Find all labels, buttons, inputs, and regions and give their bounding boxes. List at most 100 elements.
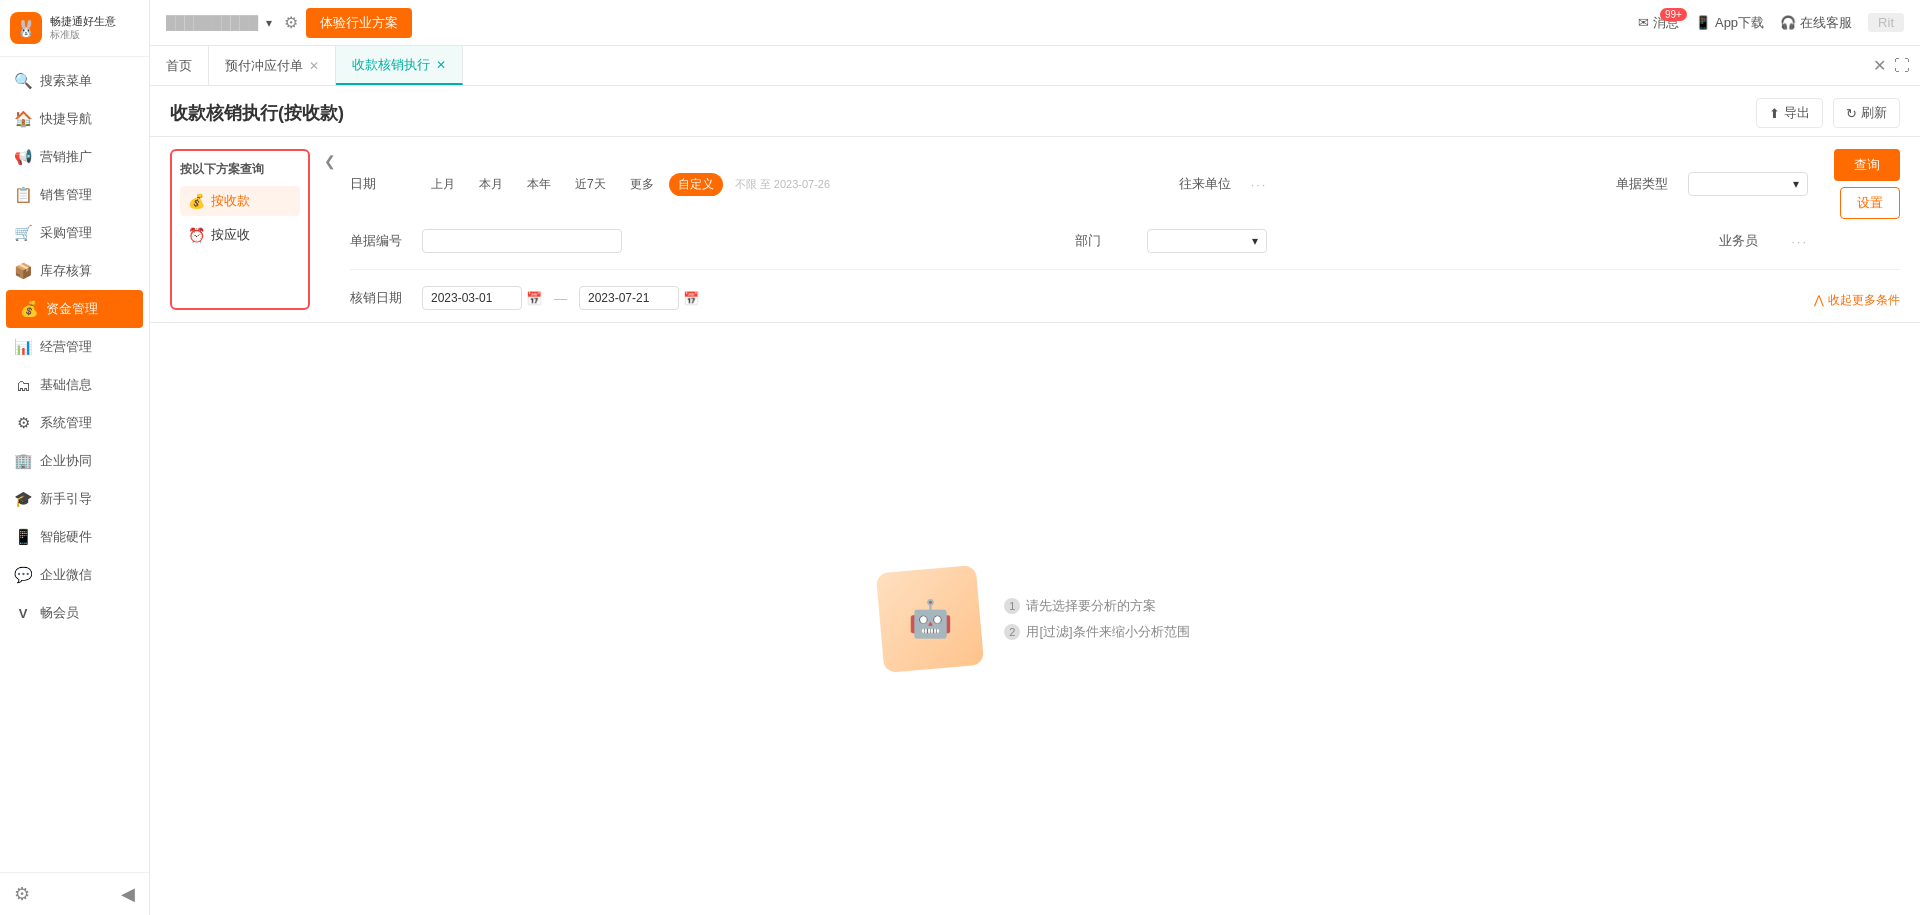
sidebar-item-label: 企业微信 [40,566,92,584]
tabbar: 首页 预付冲应付单 ✕ 收款核销执行 ✕ ✕ ⛶ [150,46,1920,86]
purchase-icon: 🛒 [14,224,32,242]
online-service-button[interactable]: 🎧 在线客服 [1780,14,1852,32]
topbar: ██████████ ▾ ⚙ 体验行业方案 ✉ 消息 99+ 📱 App下载 🎧… [150,0,1920,46]
partner-label: 往来单位 [1179,175,1239,193]
collapse-more-conditions[interactable]: ⋀ 收起更多条件 [1814,292,1900,309]
fullscreen-icon[interactable]: ⛶ [1894,57,1910,75]
export-button[interactable]: ⬆ 导出 [1756,98,1823,128]
filter-by-receipt[interactable]: 💰 按收款 [180,186,300,216]
app-download-button[interactable]: 📱 App下载 [1695,14,1764,32]
partner-input-dots[interactable]: ··· [1251,177,1268,192]
guide-icon: 🎓 [14,490,32,508]
filter-row-3: 核销日期 📅 — 📅 ⋀ 收起更多条件 [350,286,1900,310]
shortcut-last-month[interactable]: 上月 [422,173,464,196]
topbar-right: ✉ 消息 99+ 📱 App下载 🎧 在线客服 Rit [1638,13,1904,32]
sidebar-item-label: 经营管理 [40,338,92,356]
sidebar-item-ops[interactable]: 📊 经营管理 [0,328,149,366]
collapse-sidebar-icon[interactable]: ◀ [121,883,135,905]
finance-icon: 💰 [20,300,38,318]
sidebar-item-purchase[interactable]: 🛒 采购管理 [0,214,149,252]
sidebar-item-quick[interactable]: 🏠 快捷导航 [0,100,149,138]
sidebar-item-sales[interactable]: 📋 销售管理 [0,176,149,214]
dept-label: 部门 [1075,232,1135,250]
marketing-icon: 📢 [14,148,32,166]
solution-button[interactable]: 体验行业方案 [306,8,412,38]
sidebar-item-basic[interactable]: 🗂 基础信息 [0,366,149,404]
sidebar-item-label: 基础信息 [40,376,92,394]
close-tab-icon[interactable]: ✕ [1873,56,1886,75]
tab-home-label: 首页 [166,57,192,75]
sidebar-item-system[interactable]: ⚙ 系统管理 [0,404,149,442]
sidebar-item-finance[interactable]: 💰 资金管理 [6,290,143,328]
shortcut-7days[interactable]: 近7天 [566,173,615,196]
tab-collection-close-icon[interactable]: ✕ [436,58,446,72]
sidebar-item-marketing[interactable]: 📢 营销推广 [0,138,149,176]
sidebar-item-corp[interactable]: 🏢 企业协同 [0,442,149,480]
tab-collection[interactable]: 收款核销执行 ✕ [336,46,463,85]
content-area: 收款核销执行(按收款) ⬆ 导出 ↻ 刷新 按以下方案查询 💰 按收款 [150,86,1920,915]
logo-text: 畅捷通好生意 [50,14,116,28]
empty-tips: 1 请先选择要分析的方案 2 用[过滤]条件来缩小分析范围 [1004,593,1189,645]
sidebar-item-label: 营销推广 [40,148,92,166]
corp-icon: 🏢 [14,452,32,470]
sidebar-item-label: 搜索菜单 [40,72,92,90]
sidebar-item-guide[interactable]: 🎓 新手引导 [0,480,149,518]
sidebar-item-label: 库存核算 [40,262,92,280]
sidebar-item-hardware[interactable]: 📱 智能硬件 [0,518,149,556]
service-icon: 🎧 [1780,15,1796,30]
message-button[interactable]: ✉ 消息 99+ [1638,14,1679,32]
tip-num-2: 2 [1004,624,1020,640]
staff-input-dots[interactable]: ··· [1791,234,1808,249]
topbar-gear-icon[interactable]: ⚙ [284,13,298,32]
wechat-icon: 💬 [14,566,32,584]
tab-prepay[interactable]: 预付冲应付单 ✕ [209,46,336,85]
date-range-separator: — [554,291,567,306]
app-icon: 📱 [1695,15,1711,30]
sidebar-item-label: 快捷导航 [40,110,92,128]
staff-label: 业务员 [1719,232,1779,250]
refresh-button[interactable]: ↻ 刷新 [1833,98,1900,128]
logo-icon: 🐰 [10,12,42,44]
setting-button[interactable]: 设置 [1840,187,1900,219]
main-area: ██████████ ▾ ⚙ 体验行业方案 ✉ 消息 99+ 📱 App下载 🎧… [150,0,1920,915]
tip-text-1: 请先选择要分析的方案 [1026,593,1156,619]
topbar-dropdown-icon[interactable]: ▾ [266,16,272,30]
refresh-label: 刷新 [1861,104,1887,122]
filter-collapse-button[interactable]: ❮ [320,149,340,310]
empty-tip-2: 2 用[过滤]条件来缩小分析范围 [1004,619,1189,645]
verify-start-input[interactable] [422,286,522,310]
empty-tip-1: 1 请先选择要分析的方案 [1004,593,1189,619]
doc-type-select[interactable]: ▾ [1688,172,1808,196]
filter-by-receivable-label: 按应收 [211,226,250,244]
tab-home[interactable]: 首页 [150,46,209,85]
sidebar-item-inventory[interactable]: 📦 库存核算 [0,252,149,290]
tab-prepay-label: 预付冲应付单 [225,57,303,75]
logo-sub: 标准版 [50,28,116,42]
hardware-icon: 📱 [14,528,32,546]
sidebar: 🐰 畅捷通好生意 标准版 🔍 搜索菜单 🏠 快捷导航 📢 营销推广 📋 销售管理… [0,0,150,915]
sidebar-item-wechat[interactable]: 💬 企业微信 [0,556,149,594]
logo-area: 🐰 畅捷通好生意 标准版 [0,0,149,57]
sidebar-item-member[interactable]: V 畅会员 [0,594,149,632]
empty-state: 🤖 1 请先选择要分析的方案 2 用[过滤]条件来缩小分析范围 [150,323,1920,915]
sidebar-item-search[interactable]: 🔍 搜索菜单 [0,62,149,100]
verify-end-input[interactable] [579,286,679,310]
date-range-hint: 不限 至 2023-07-26 [735,177,830,192]
tab-prepay-close-icon[interactable]: ✕ [309,59,319,73]
filter-panel: 按以下方案查询 💰 按收款 ⏰ 按应收 ❮ 日期 上月 [150,137,1920,323]
query-button[interactable]: 查询 [1834,149,1900,181]
doc-no-input[interactable] [422,229,622,253]
shortcut-this-year[interactable]: 本年 [518,173,560,196]
dept-select[interactable]: ▾ [1147,229,1267,253]
calendar-start-icon[interactable]: 📅 [526,291,542,306]
sidebar-item-label: 畅会员 [40,604,79,622]
page-title: 收款核销执行(按收款) [170,101,344,125]
filter-by-receivable[interactable]: ⏰ 按应收 [180,220,300,250]
shortcut-more[interactable]: 更多 [621,173,663,196]
settings-footer-icon[interactable]: ⚙ [14,883,30,905]
tabbar-actions: ✕ ⛶ [1873,56,1920,75]
shortcut-this-month[interactable]: 本月 [470,173,512,196]
calendar-end-icon[interactable]: 📅 [683,291,699,306]
date-label: 日期 [350,175,410,193]
shortcut-custom[interactable]: 自定义 [669,173,723,196]
